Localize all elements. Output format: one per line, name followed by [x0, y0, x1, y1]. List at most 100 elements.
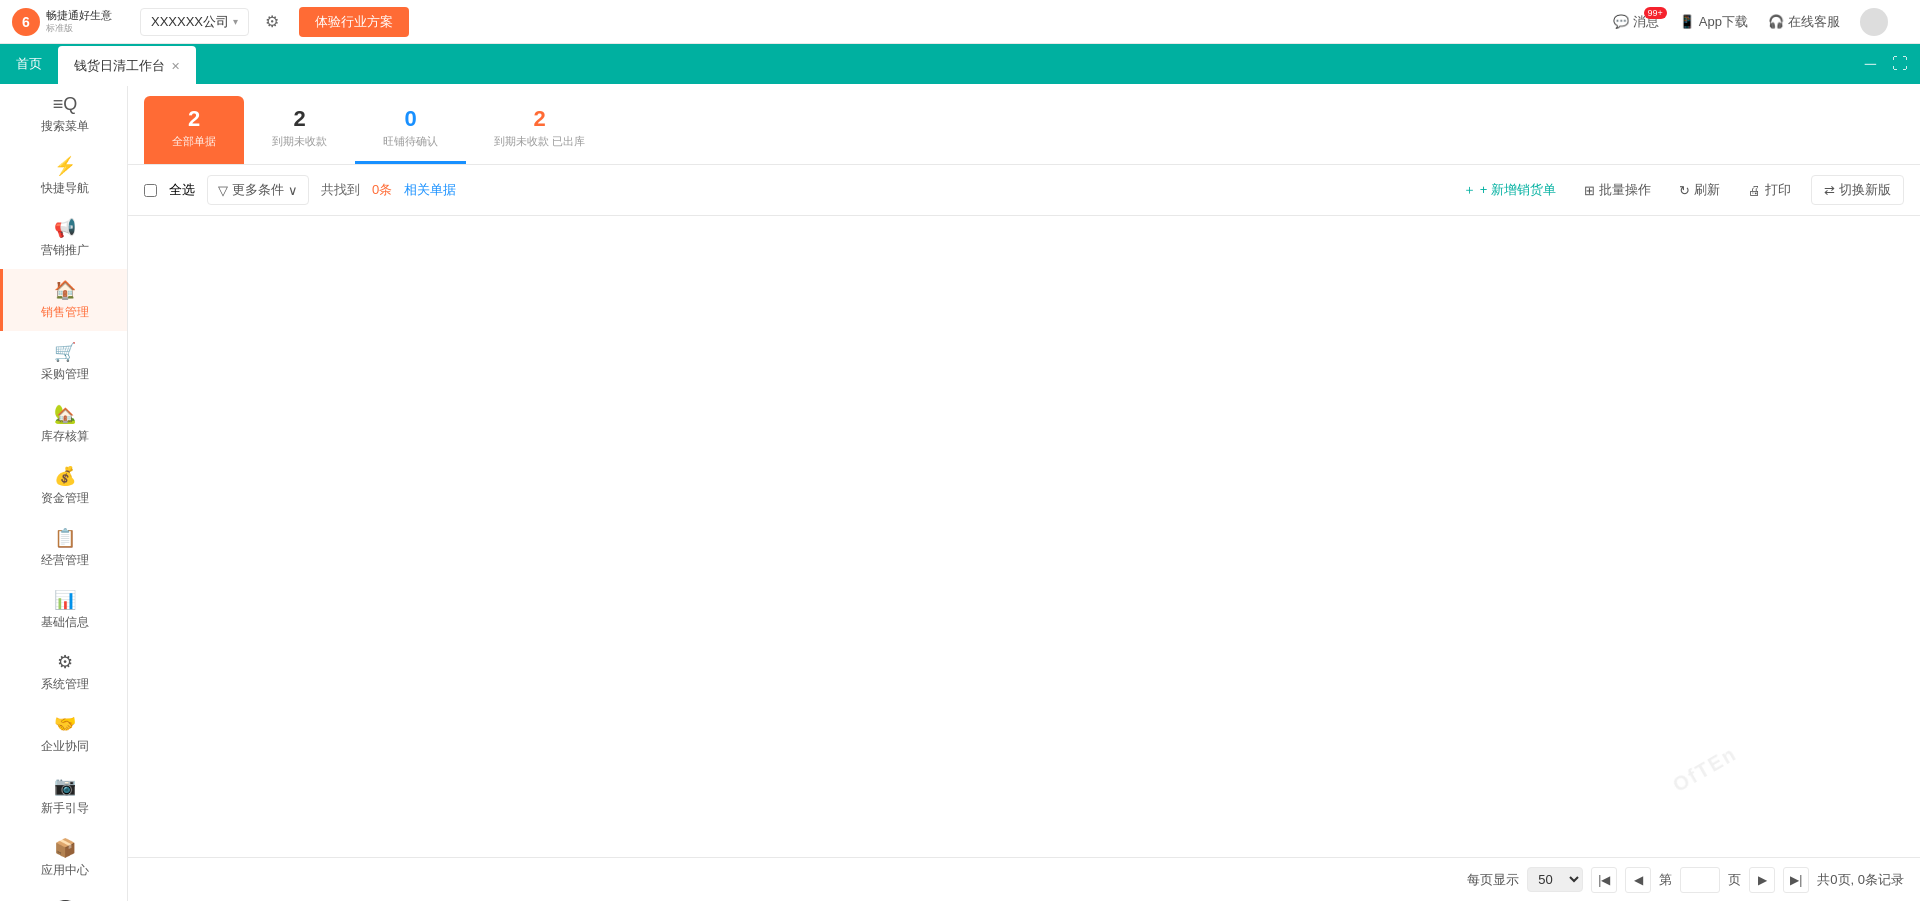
message-badge: 99+ — [1644, 7, 1667, 19]
sidebar-item-operations[interactable]: 📋 经营管理 — [0, 517, 127, 579]
sidebar-item-finance[interactable]: 💰 资金管理 — [0, 455, 127, 517]
sidebar-item-newguide[interactable]: 📷 新手引导 — [0, 765, 127, 827]
sidebar-item-wechat[interactable]: 💬 企业微信 — [0, 889, 127, 901]
page-label-end: 页 — [1728, 871, 1741, 889]
sidebar-item-search[interactable]: ≡Q 搜索菜单 — [0, 84, 127, 145]
tab-bar-right: ─ ⛶ — [1861, 51, 1920, 77]
select-all-checkbox[interactable] — [144, 184, 157, 197]
stats-tabs: 2 全部单据 2 到期未收款 0 旺铺待确认 2 到期未收款 已出库 — [144, 96, 1904, 164]
sidebar-item-sales[interactable]: 🏠 销售管理 — [0, 269, 127, 331]
stat-overdue-number: 2 — [272, 106, 327, 132]
logo-badge: 标准版 — [46, 22, 112, 35]
basicinfo-icon: 📊 — [54, 589, 76, 611]
prev-page-button[interactable]: ◀ — [1625, 867, 1651, 893]
main-layout: ≡Q 搜索菜单 ⚡ 快捷导航 📢 营销推广 🏠 销售管理 🛒 采购管理 🏡 库存… — [0, 84, 1920, 901]
tab-workspace-label: 钱货日清工作台 — [74, 57, 165, 75]
found-count: 0条 — [372, 181, 392, 199]
per-page-select[interactable]: 50 100 200 — [1527, 867, 1583, 892]
filter-button[interactable]: ▽ 更多条件 ∨ — [207, 175, 309, 205]
add-sales-order-label: + 新增销货单 — [1480, 181, 1556, 199]
enterprise-icon: 🤝 — [54, 713, 76, 735]
stat-wangpu-label: 旺铺待确认 — [383, 134, 438, 149]
company-name: XXXXXX公司 — [151, 13, 229, 31]
top-header: 6 畅捷通好生意 标准版 XXXXXX公司 ▾ ⚙ 体验行业方案 💬 消息 99… — [0, 0, 1920, 44]
settings-icon[interactable]: ⚙ — [257, 7, 287, 37]
service-icon: 🎧 — [1768, 14, 1784, 29]
sidebar-item-basicinfo[interactable]: 📊 基础信息 — [0, 579, 127, 641]
sidebar-item-sales-label: 销售管理 — [41, 304, 89, 321]
add-icon: ＋ — [1463, 181, 1476, 199]
sidebar-item-appcenter-label: 应用中心 — [41, 862, 89, 879]
appcenter-icon: 📦 — [54, 837, 76, 859]
stat-tab-wangpu[interactable]: 0 旺铺待确认 — [355, 96, 466, 164]
sidebar-item-newguide-label: 新手引导 — [41, 800, 89, 817]
sidebar-item-enterprise-label: 企业协同 — [41, 738, 89, 755]
sidebar-item-appcenter[interactable]: 📦 应用中心 — [0, 827, 127, 889]
company-selector[interactable]: XXXXXX公司 ▾ — [140, 8, 249, 36]
stats-bar: 2 全部单据 2 到期未收款 0 旺铺待确认 2 到期未收款 已出库 — [128, 84, 1920, 165]
sidebar-item-marketing[interactable]: 📢 营销推广 — [0, 207, 127, 269]
system-icon: ⚙ — [57, 651, 73, 673]
sidebar-item-quicknav[interactable]: ⚡ 快捷导航 — [0, 145, 127, 207]
sidebar-item-inventory[interactable]: 🏡 库存核算 — [0, 393, 127, 455]
stat-tab-shipped[interactable]: 2 到期未收款 已出库 — [466, 96, 613, 164]
trial-button[interactable]: 体验行业方案 — [299, 7, 409, 37]
sidebar-item-quicknav-label: 快捷导航 — [41, 180, 89, 197]
sidebar-item-search-label: 搜索菜单 — [41, 118, 89, 135]
tab-home-label: 首页 — [16, 55, 42, 73]
next-page-button[interactable]: ▶ — [1749, 867, 1775, 893]
sidebar-item-purchase[interactable]: 🛒 采购管理 — [0, 331, 127, 393]
operations-icon: 📋 — [54, 527, 76, 549]
switch-label: 切换新版 — [1839, 181, 1891, 199]
add-sales-order-button[interactable]: ＋ + 新增销货单 — [1455, 176, 1564, 204]
tab-workspace[interactable]: 钱货日清工作台 ✕ — [58, 46, 196, 86]
sidebar-item-system[interactable]: ⚙ 系统管理 — [0, 641, 127, 703]
switch-version-button[interactable]: ⇄ 切换新版 — [1811, 175, 1904, 205]
refresh-icon: ↻ — [1679, 183, 1690, 198]
newguide-icon: 📷 — [54, 775, 76, 797]
sidebar-item-operations-label: 经营管理 — [41, 552, 89, 569]
filter-icon: ▽ — [218, 183, 228, 198]
avatar[interactable] — [1860, 8, 1888, 36]
purchase-icon: 🛒 — [54, 341, 76, 363]
switch-icon: ⇄ — [1824, 183, 1835, 198]
print-button[interactable]: 🖨 打印 — [1740, 176, 1799, 204]
stat-shipped-number: 2 — [494, 106, 585, 132]
sidebar-item-system-label: 系统管理 — [41, 676, 89, 693]
sidebar-item-marketing-label: 营销推广 — [41, 242, 89, 259]
filter-label: 更多条件 — [232, 181, 284, 199]
last-page-button[interactable]: ▶| — [1783, 867, 1809, 893]
first-page-button[interactable]: |◀ — [1591, 867, 1617, 893]
sidebar-item-finance-label: 资金管理 — [41, 490, 89, 507]
stat-all-label: 全部单据 — [172, 134, 216, 149]
marketing-icon: 📢 — [54, 217, 76, 239]
sidebar-item-inventory-label: 库存核算 — [41, 428, 89, 445]
tab-close-icon[interactable]: ✕ — [171, 60, 180, 73]
related-link[interactable]: 相关单据 — [404, 181, 456, 199]
refresh-button[interactable]: ↻ 刷新 — [1671, 176, 1728, 204]
page-label: 第 — [1659, 871, 1672, 889]
download-icon: 📱 — [1679, 14, 1695, 29]
table-area — [128, 216, 1920, 857]
stat-shipped-label: 到期未收款 已出库 — [494, 134, 585, 149]
app-download-action[interactable]: 📱 App下载 — [1679, 13, 1748, 31]
online-service-label: 在线客服 — [1788, 13, 1840, 31]
logo-area: 6 畅捷通好生意 标准版 — [12, 8, 140, 36]
tab-minimize-icon[interactable]: ─ — [1861, 51, 1880, 77]
message-action[interactable]: 💬 消息 99+ — [1613, 13, 1659, 31]
page-number-input[interactable]: 1 — [1680, 867, 1720, 893]
total-info: 共0页, 0条记录 — [1817, 871, 1904, 889]
stat-tab-overdue[interactable]: 2 到期未收款 — [244, 96, 355, 164]
sidebar-item-purchase-label: 采购管理 — [41, 366, 89, 383]
stat-tab-all[interactable]: 2 全部单据 — [144, 96, 244, 164]
batch-icon: ⊞ — [1584, 183, 1595, 198]
tab-home[interactable]: 首页 — [0, 44, 58, 84]
search-menu-icon: ≡Q — [53, 94, 78, 115]
batch-operation-button[interactable]: ⊞ 批量操作 — [1576, 176, 1659, 204]
finance-icon: 💰 — [54, 465, 76, 487]
online-service-action[interactable]: 🎧 在线客服 — [1768, 13, 1840, 31]
sidebar-item-enterprise[interactable]: 🤝 企业协同 — [0, 703, 127, 765]
tab-maximize-icon[interactable]: ⛶ — [1888, 51, 1912, 77]
found-prefix: 共找到 — [321, 181, 360, 199]
header-right: 💬 消息 99+ 📱 App下载 🎧 在线客服 — [1613, 8, 1908, 36]
